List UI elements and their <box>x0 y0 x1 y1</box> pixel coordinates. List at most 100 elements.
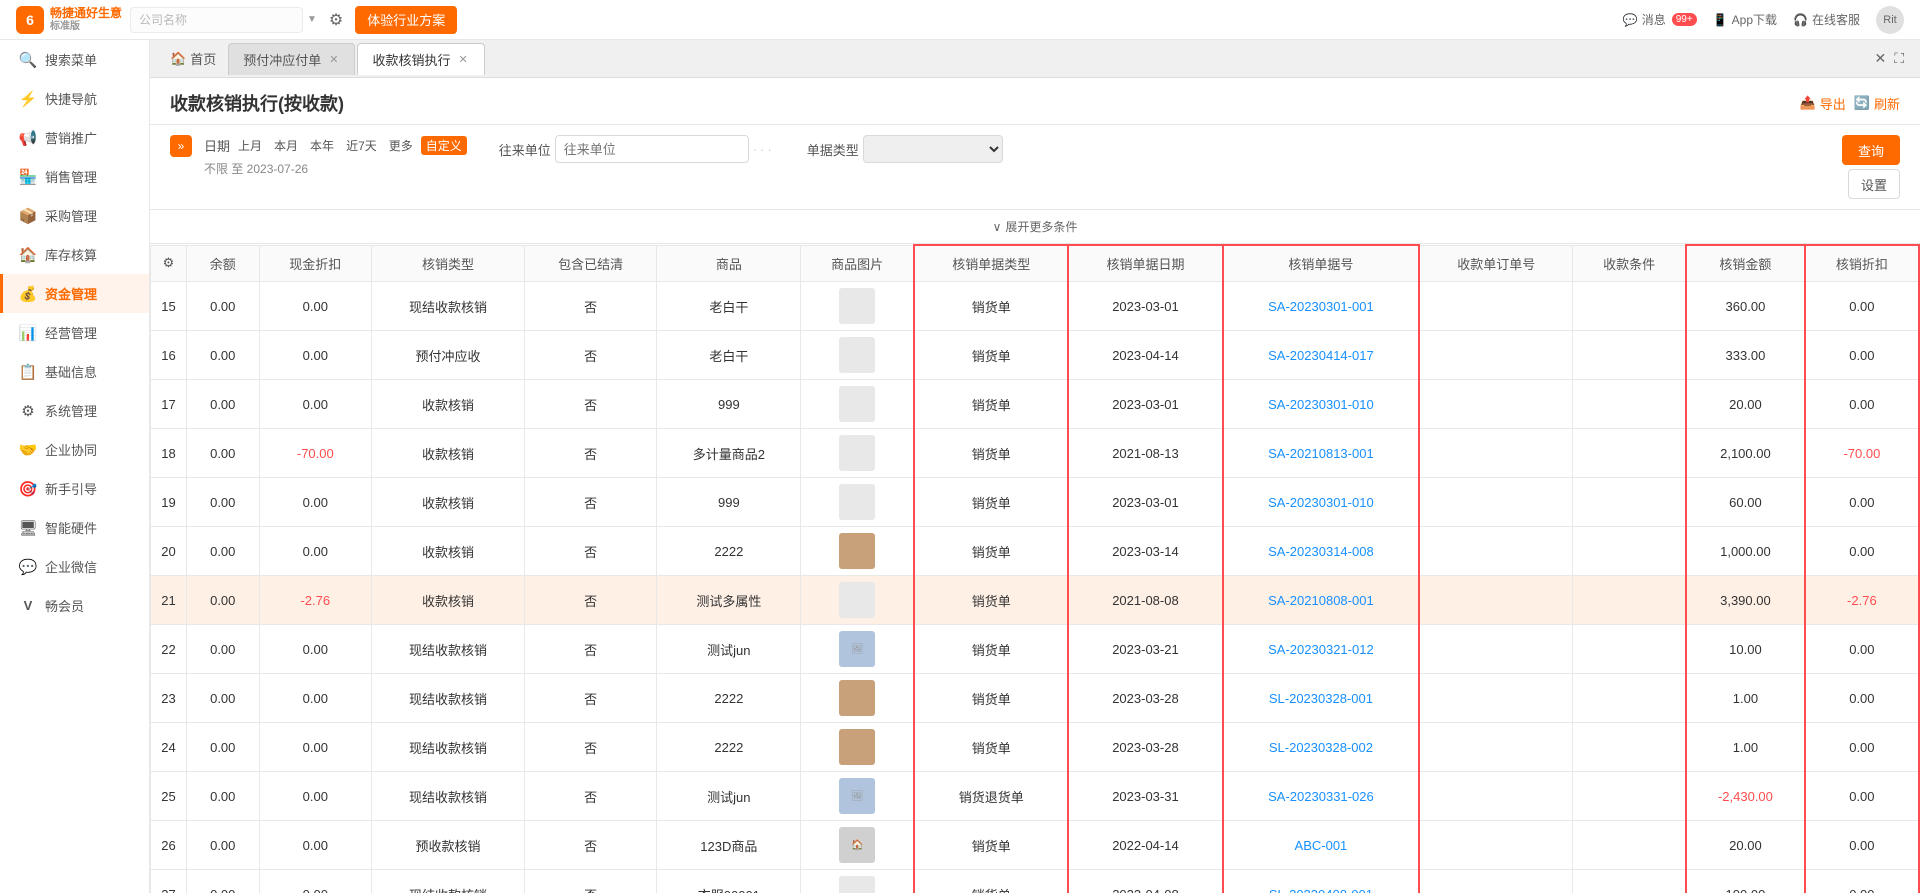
td-type: 收款核销 <box>372 478 525 527</box>
refresh-button[interactable]: 🔄 刷新 <box>1854 94 1900 113</box>
date-btn-last-month[interactable]: 上月 <box>234 135 266 156</box>
message-badge: 99+ <box>1672 13 1697 26</box>
td-bill-type: 销货单 <box>914 527 1068 576</box>
td-product-img <box>801 870 914 893</box>
td-discount: 0.00 <box>259 772 372 821</box>
tab-home[interactable]: 🏠 首页 <box>158 43 228 75</box>
bill-no-link[interactable]: SL-20230408-001 <box>1269 887 1373 893</box>
td-balance: 0.00 <box>187 478 260 527</box>
sidebar-item-funds[interactable]: 💰 资金管理 <box>0 274 149 313</box>
date-btn-this-year[interactable]: 本年 <box>306 135 338 156</box>
chevron-down-icon: ▼ <box>307 14 317 25</box>
td-amount: 2,100.00 <box>1686 429 1805 478</box>
bill-type-select[interactable] <box>863 135 1003 163</box>
sidebar-item-enterprise[interactable]: 🤝 企业协同 <box>0 430 149 469</box>
tab-close-all-button[interactable]: ✕ <box>1874 50 1886 67</box>
sidebar-item-wechat[interactable]: 💬 企业微信 <box>0 547 149 586</box>
bill-no-link[interactable]: SA-20210813-001 <box>1268 446 1374 461</box>
th-receipt-cond: 收款条件 <box>1573 245 1686 282</box>
sidebar-item-inventory[interactable]: 🏠 库存核算 <box>0 235 149 274</box>
td-settled: 否 <box>524 576 657 625</box>
user-avatar[interactable]: Rit <box>1876 6 1904 34</box>
refresh-icon: 🔄 <box>1854 95 1870 111</box>
table-container[interactable]: ⚙ 余额 现金折扣 核销类型 包含已结清 商品 商品图片 核销单据类型 核销单据… <box>150 244 1920 893</box>
td-bill-type: 销货单 <box>914 380 1068 429</box>
counterparty-input[interactable] <box>555 135 749 163</box>
date-btn-this-month[interactable]: 本月 <box>270 135 302 156</box>
bill-no-link[interactable]: SA-20230301-010 <box>1268 495 1374 510</box>
td-type: 收款核销 <box>372 576 525 625</box>
td-settled: 否 <box>524 429 657 478</box>
bill-no-link[interactable]: SA-20230301-010 <box>1268 397 1374 412</box>
gear-button[interactable]: ⚙ <box>325 6 347 34</box>
settings-button[interactable]: 设置 <box>1848 169 1900 199</box>
th-write-off-disc: 核销折扣 <box>1805 245 1919 282</box>
bill-no-link[interactable]: SA-20210808-001 <box>1268 593 1374 608</box>
date-custom-button[interactable]: 自定义 <box>421 136 467 155</box>
expand-conditions-button[interactable]: ∨ 展开更多条件 <box>983 214 1088 239</box>
td-discount: 0.00 <box>259 723 372 772</box>
td-type: 预付冲应收 <box>372 331 525 380</box>
sidebar-label-marketing: 营销推广 <box>45 128 97 147</box>
table-header: ⚙ 余额 现金折扣 核销类型 包含已结清 商品 商品图片 核销单据类型 核销单据… <box>151 245 1920 282</box>
td-bill-type: 销货单 <box>914 870 1068 893</box>
bill-no-link[interactable]: SL-20230328-001 <box>1269 691 1373 706</box>
date-btn-7days[interactable]: 近7天 <box>342 135 381 156</box>
app-download-btn[interactable]: 📱 App下载 <box>1713 11 1777 28</box>
settings-icon: ⚙ <box>19 402 37 420</box>
td-id: 20 <box>151 527 187 576</box>
td-product: 2222 <box>657 723 801 772</box>
bill-no-link[interactable]: SA-20230331-026 <box>1268 789 1374 804</box>
td-product-img <box>801 576 914 625</box>
td-write-off-disc: 0.00 <box>1805 380 1919 429</box>
sidebar: 🔍 搜索菜单 ⚡ 快捷导航 📢 营销推广 🏪 销售管理 📦 采购管理 🏠 库存核… <box>0 40 150 893</box>
bill-no-link[interactable]: SA-20230314-008 <box>1268 544 1374 559</box>
sidebar-item-guide[interactable]: 🎯 新手引导 <box>0 469 149 508</box>
date-btn-more[interactable]: 更多 <box>385 135 417 156</box>
tab-prepay[interactable]: 预付冲应付单 ✕ <box>228 43 355 75</box>
counterparty-label: 往来单位 <box>499 140 551 159</box>
td-settled: 否 <box>524 821 657 870</box>
td-receipt-cond <box>1573 576 1686 625</box>
td-write-off-disc: 0.00 <box>1805 527 1919 576</box>
bill-no-link[interactable]: SA-20230414-017 <box>1268 348 1374 363</box>
td-bill-date: 2023-04-08 <box>1068 870 1222 893</box>
th-settings[interactable]: ⚙ <box>151 245 187 282</box>
sidebar-item-business[interactable]: 📊 经营管理 <box>0 313 149 352</box>
company-input[interactable] <box>130 7 303 33</box>
message-icon-btn[interactable]: 💬 消息 99+ <box>1623 11 1697 28</box>
sidebar-item-basic[interactable]: 📋 基础信息 <box>0 352 149 391</box>
company-selector[interactable]: ▼ <box>130 7 317 33</box>
td-id: 22 <box>151 625 187 674</box>
tab-bar: 🏠 首页 预付冲应付单 ✕ 收款核销执行 ✕ ✕ ⛶ <box>150 40 1920 78</box>
tab-receipt[interactable]: 收款核销执行 ✕ <box>357 43 484 75</box>
table-row: 18 0.00 -70.00 收款核销 否 多计量商品2 销货单 2021-08… <box>151 429 1920 478</box>
tab-receipt-close[interactable]: ✕ <box>456 53 469 66</box>
sidebar-item-system[interactable]: ⚙ 系统管理 <box>0 391 149 430</box>
sidebar-item-quick-nav[interactable]: ⚡ 快捷导航 <box>0 79 149 118</box>
sidebar-item-member[interactable]: V 畅会员 <box>0 586 149 625</box>
td-bill-type: 销货单 <box>914 282 1068 331</box>
filter-collapse-button[interactable]: » <box>170 135 192 157</box>
tab-fullscreen-button[interactable]: ⛶ <box>1894 50 1904 67</box>
sidebar-item-search[interactable]: 🔍 搜索菜单 <box>0 40 149 79</box>
bill-no-link[interactable]: SL-20230328-002 <box>1269 740 1373 755</box>
sidebar-item-marketing[interactable]: 📢 营销推广 <box>0 118 149 157</box>
bill-no-link[interactable]: ABC-001 <box>1295 838 1348 853</box>
td-receipt-cond <box>1573 282 1686 331</box>
table-row: 27 0.00 0.00 现结收款核销 否 衣服00001 销货单 2023-0… <box>151 870 1920 893</box>
industry-button[interactable]: 体验行业方案 <box>355 6 457 34</box>
sidebar-item-sales[interactable]: 🏪 销售管理 <box>0 157 149 196</box>
service-btn[interactable]: 🎧 在线客服 <box>1793 11 1860 28</box>
export-button[interactable]: 📤 导出 <box>1800 94 1846 113</box>
bill-no-link[interactable]: SA-20230301-001 <box>1268 299 1374 314</box>
sidebar-label-system: 系统管理 <box>45 401 97 420</box>
tab-prepay-close[interactable]: ✕ <box>327 53 340 66</box>
table-row: 22 0.00 0.00 现结收款核销 否 测试jun 🖼 销货单 2023-0… <box>151 625 1920 674</box>
bill-no-link[interactable]: SA-20230321-012 <box>1268 642 1374 657</box>
message-icon: 💬 <box>1623 13 1638 27</box>
query-button[interactable]: 查询 <box>1842 135 1900 165</box>
sidebar-item-purchase[interactable]: 📦 采购管理 <box>0 196 149 235</box>
sidebar-item-hardware[interactable]: 🖥 智能硬件 <box>0 508 149 547</box>
th-discount: 现金折扣 <box>259 245 372 282</box>
